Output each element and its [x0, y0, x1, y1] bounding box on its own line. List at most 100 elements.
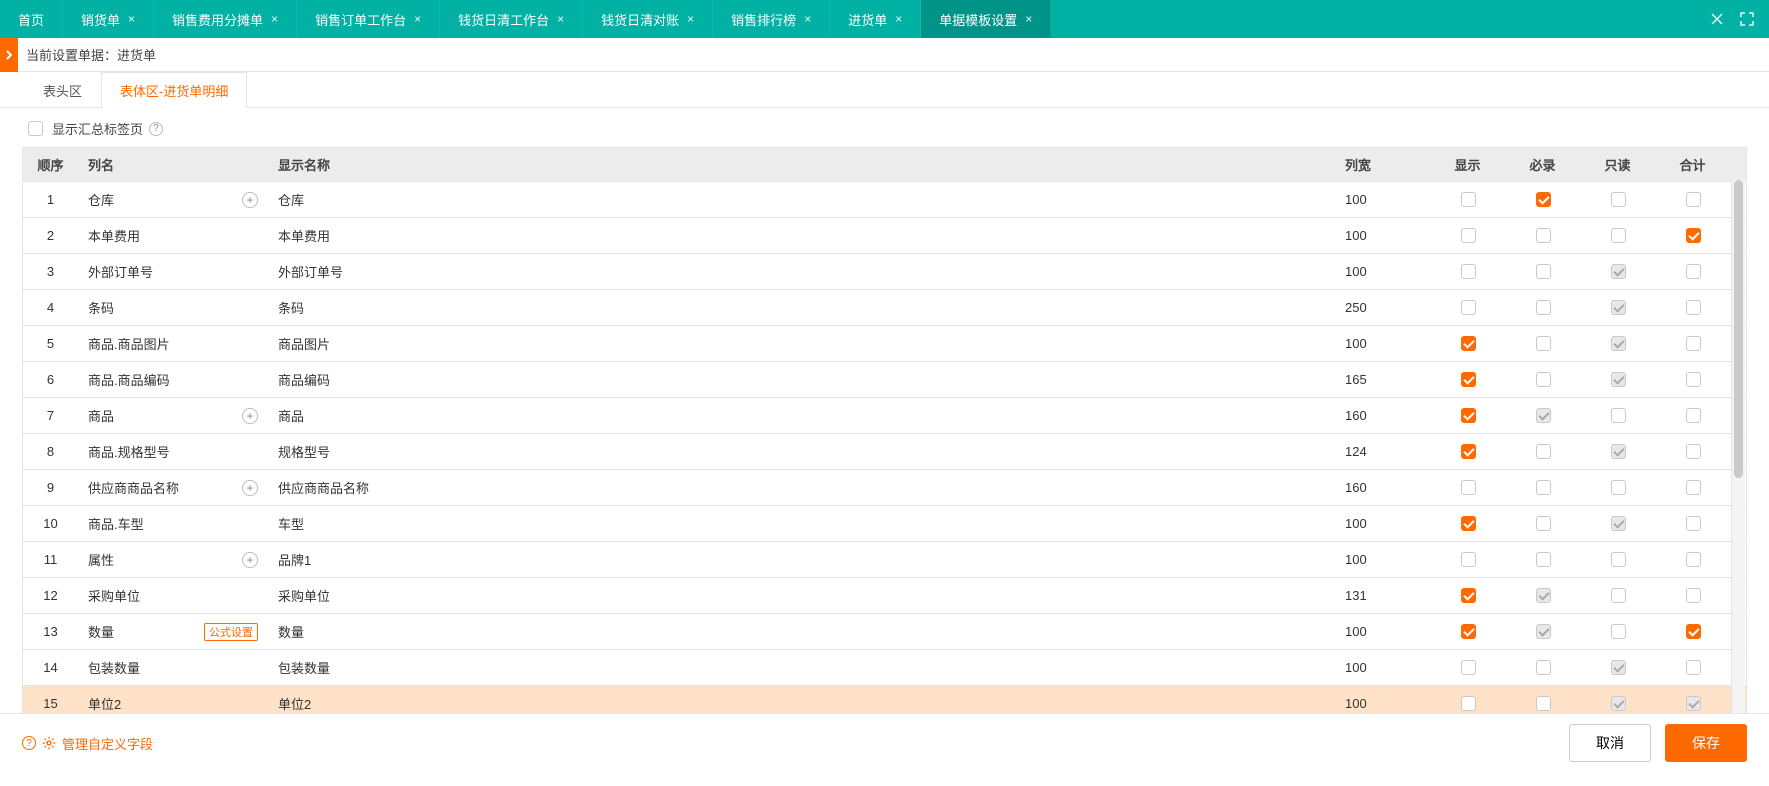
checkbox-total[interactable] [1686, 516, 1701, 531]
help-icon[interactable]: ? [149, 122, 163, 136]
scrollbar-thumb[interactable] [1734, 180, 1743, 478]
table-row[interactable]: 10商品.车型车型100 [23, 506, 1746, 542]
checkbox-show[interactable] [1461, 336, 1476, 351]
top-tab[interactable]: 钱货日清对账× [583, 0, 713, 38]
close-icon[interactable]: × [414, 12, 421, 26]
cell-display-name[interactable]: 包装数量 [268, 650, 1335, 686]
checkbox-total[interactable] [1686, 264, 1701, 279]
cell-width[interactable]: 160 [1335, 398, 1430, 434]
add-icon[interactable]: + [242, 480, 258, 496]
table-row[interactable]: 5商品.商品图片商品图片100 [23, 326, 1746, 362]
top-tab[interactable]: 销售费用分摊单× [154, 0, 297, 38]
table-row[interactable]: 8商品.规格型号规格型号124 [23, 434, 1746, 470]
top-tab[interactable]: 销售排行榜× [713, 0, 830, 38]
fullscreen-icon[interactable] [1739, 11, 1755, 27]
close-icon[interactable]: × [895, 12, 902, 26]
checkbox-show[interactable] [1461, 624, 1476, 639]
cell-width[interactable]: 165 [1335, 362, 1430, 398]
checkbox-total[interactable] [1686, 408, 1701, 423]
close-icon[interactable]: × [128, 12, 135, 26]
checkbox-show[interactable] [1461, 228, 1476, 243]
checkbox-total[interactable] [1686, 192, 1701, 207]
checkbox-readonly[interactable] [1611, 192, 1626, 207]
table-row[interactable]: 7商品+商品160 [23, 398, 1746, 434]
checkbox-show[interactable] [1461, 300, 1476, 315]
cell-width[interactable]: 100 [1335, 254, 1430, 290]
cell-display-name[interactable]: 采购单位 [268, 578, 1335, 614]
help-icon[interactable]: ? [22, 736, 36, 750]
cell-display-name[interactable]: 外部订单号 [268, 254, 1335, 290]
close-icon[interactable]: × [804, 12, 811, 26]
checkbox-required[interactable] [1536, 696, 1551, 711]
checkbox-required[interactable] [1536, 372, 1551, 387]
formula-settings-button[interactable]: 公式设置 [204, 623, 258, 641]
close-icon[interactable]: × [687, 12, 694, 26]
checkbox-required[interactable] [1536, 660, 1551, 675]
subtab[interactable]: 表头区 [24, 72, 101, 108]
checkbox-required[interactable] [1536, 444, 1551, 459]
checkbox-readonly[interactable] [1611, 588, 1626, 603]
close-icon[interactable]: × [271, 12, 278, 26]
cell-display-name[interactable]: 商品图片 [268, 326, 1335, 362]
cell-display-name[interactable]: 供应商商品名称 [268, 470, 1335, 506]
checkbox-readonly[interactable] [1611, 624, 1626, 639]
cell-width[interactable]: 160 [1335, 470, 1430, 506]
checkbox-total[interactable] [1686, 300, 1701, 315]
cell-display-name[interactable]: 规格型号 [268, 434, 1335, 470]
top-tab[interactable]: 单据模板设置× [921, 0, 1051, 38]
cell-display-name[interactable]: 条码 [268, 290, 1335, 326]
checkbox-required[interactable] [1536, 336, 1551, 351]
checkbox-total[interactable] [1686, 624, 1701, 639]
manage-custom-fields-link[interactable]: ? 管理自定义字段 [22, 734, 153, 753]
subtab[interactable]: 表体区-进货单明细 [101, 72, 247, 108]
table-row[interactable]: 4条码条码250 [23, 290, 1746, 326]
checkbox-total[interactable] [1686, 480, 1701, 495]
checkbox-show[interactable] [1461, 408, 1476, 423]
cell-display-name[interactable]: 数量 [268, 614, 1335, 650]
cell-width[interactable]: 100 [1335, 218, 1430, 254]
checkbox-show[interactable] [1461, 192, 1476, 207]
checkbox-show[interactable] [1461, 516, 1476, 531]
checkbox-required[interactable] [1536, 300, 1551, 315]
checkbox-required[interactable] [1536, 264, 1551, 279]
expand-chevron-icon[interactable] [0, 38, 18, 72]
add-icon[interactable]: + [242, 408, 258, 424]
cell-width[interactable]: 100 [1335, 506, 1430, 542]
cell-width[interactable]: 100 [1335, 182, 1430, 218]
checkbox-total[interactable] [1686, 660, 1701, 675]
cell-display-name[interactable]: 品牌1 [268, 542, 1335, 578]
top-tab[interactable]: 钱货日清工作台× [440, 0, 583, 38]
cell-display-name[interactable]: 仓库 [268, 182, 1335, 218]
checkbox-required[interactable] [1536, 228, 1551, 243]
close-icon[interactable]: × [557, 12, 564, 26]
top-tab[interactable]: 销售订单工作台× [297, 0, 440, 38]
table-row[interactable]: 12采购单位采购单位131 [23, 578, 1746, 614]
cancel-button[interactable]: 取消 [1569, 724, 1651, 762]
checkbox-total[interactable] [1686, 336, 1701, 351]
cell-width[interactable]: 100 [1335, 326, 1430, 362]
checkbox-readonly[interactable] [1611, 228, 1626, 243]
table-row[interactable]: 6商品.商品编码商品编码165 [23, 362, 1746, 398]
checkbox-required[interactable] [1536, 552, 1551, 567]
cell-display-name[interactable]: 商品 [268, 398, 1335, 434]
close-icon[interactable]: × [1025, 12, 1032, 26]
checkbox-total[interactable] [1686, 588, 1701, 603]
checkbox-required[interactable] [1536, 516, 1551, 531]
checkbox-readonly[interactable] [1611, 480, 1626, 495]
checkbox-readonly[interactable] [1611, 408, 1626, 423]
checkbox-total[interactable] [1686, 552, 1701, 567]
cell-width[interactable]: 250 [1335, 290, 1430, 326]
checkbox-show[interactable] [1461, 480, 1476, 495]
checkbox-total[interactable] [1686, 444, 1701, 459]
checkbox-required[interactable] [1536, 192, 1551, 207]
cell-width[interactable]: 100 [1335, 542, 1430, 578]
checkbox-show[interactable] [1461, 264, 1476, 279]
cell-width[interactable]: 131 [1335, 578, 1430, 614]
checkbox-total[interactable] [1686, 372, 1701, 387]
close-all-tabs-icon[interactable] [1709, 11, 1725, 27]
checkbox-required[interactable] [1536, 480, 1551, 495]
table-row[interactable]: 13数量公式设置数量100 [23, 614, 1746, 650]
cell-width[interactable]: 100 [1335, 614, 1430, 650]
table-row[interactable]: 9供应商商品名称+供应商商品名称160 [23, 470, 1746, 506]
top-tab[interactable]: 销货单× [63, 0, 154, 38]
